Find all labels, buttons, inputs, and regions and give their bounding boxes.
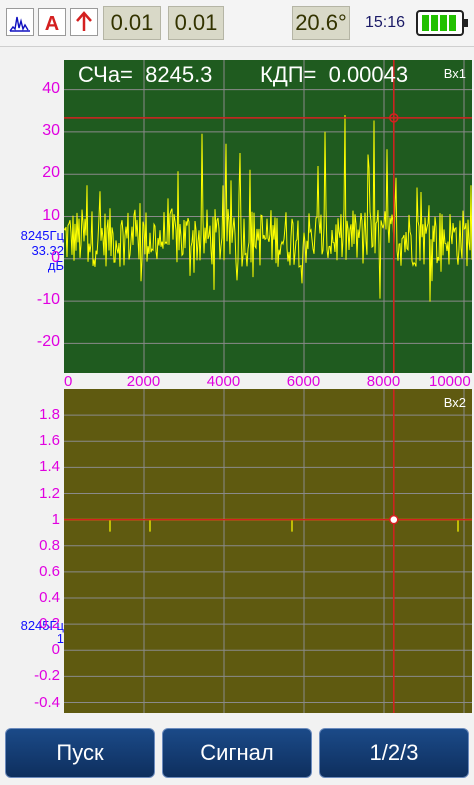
plot2-y-tick-label: 0 — [51, 641, 60, 659]
battery-cell — [431, 15, 438, 31]
spectrum-plot-2-canvas — [64, 389, 472, 713]
plot1-cursor-freq: 8245Гц — [20, 228, 64, 243]
spectrum-icon[interactable] — [6, 8, 34, 36]
battery-cell — [440, 15, 447, 31]
plot1-x-tick-label: 4000 — [206, 373, 241, 390]
plot1-x-tick-label: 2000 — [126, 373, 161, 390]
amplitude-A-icon[interactable]: A — [38, 8, 66, 36]
plot1-y-tick-label: -10 — [36, 291, 60, 309]
svg-text:A: A — [45, 13, 59, 35]
temperature-readout: 20.6° — [292, 6, 350, 40]
plot1-header-freq: СЧа= 8245.3 — [78, 62, 213, 87]
spectrum-plot-1[interactable]: СЧа= 8245.3 КДП= 0.00043 Вх1 — [64, 60, 472, 373]
plot1-y-tick-label: 20 — [42, 164, 60, 182]
plot2-channel-label: Вх2 — [443, 395, 466, 410]
battery-cell — [449, 15, 456, 31]
arrow-up-icon[interactable] — [70, 8, 98, 36]
plot2-y-tick-label: 1.8 — [39, 406, 60, 424]
plot2-y-tick-label: -0.4 — [34, 693, 60, 711]
plot2-y-tick-label: 0.6 — [39, 562, 60, 580]
plot1-header-kdp: КДП= 0.00043 — [260, 62, 409, 87]
value-box-2[interactable]: 0.01 — [168, 6, 224, 40]
plot1-x-tick-label: 6000 — [286, 373, 321, 390]
plot1-y-tick-label: 0 — [51, 248, 60, 266]
battery-cell — [422, 15, 429, 31]
plot1-y-tick-label: 30 — [42, 121, 60, 139]
battery-nub — [464, 19, 468, 27]
plot1-x-tick-label: 8000 — [366, 373, 401, 390]
value-box-1[interactable]: 0.01 — [103, 6, 161, 40]
plot-area: 8245Гц 33.32 дБ СЧа= 8245.3 КДП= 0.00043… — [0, 47, 474, 722]
start-button[interactable]: Пуск — [5, 728, 155, 778]
plot2-y-tick-label: 0.2 — [39, 615, 60, 633]
plot1-x-tick-label: 0 — [64, 373, 73, 390]
plot2-y-tick-label: 1.4 — [39, 458, 60, 476]
battery-icon — [416, 10, 468, 36]
status-toolbar: A 0.01 0.01 20.6° 15:16 — [0, 0, 474, 47]
plot2-y-tick-label: 1.6 — [39, 432, 60, 450]
plot1-x-tick-label: 10000 — [429, 373, 471, 390]
signal-button[interactable]: Сигнал — [162, 728, 312, 778]
plot2-y-tick-label: 1 — [51, 510, 60, 528]
cursor-marker — [389, 514, 399, 525]
spectrum-trace — [64, 114, 472, 302]
clock: 15:16 — [364, 14, 406, 31]
plot1-y-tick-label: -20 — [36, 333, 60, 351]
page-button[interactable]: 1/2/3 — [319, 728, 469, 778]
plot2-y-tick-label: 1.2 — [39, 484, 60, 502]
plot2-y-tick-label: 0.8 — [39, 536, 60, 554]
spectrum-plot-1-canvas — [64, 60, 472, 373]
plot2-y-tick-label: -0.2 — [34, 667, 60, 685]
spectrum-plot-2[interactable]: Вх2 — [64, 389, 472, 713]
plot1-y-tick-label: 40 — [42, 79, 60, 97]
plot2-y-tick-label: 0.4 — [39, 589, 60, 607]
plot1-channel-label: Вх1 — [443, 66, 466, 81]
plot1-y-tick-label: 10 — [42, 206, 60, 224]
